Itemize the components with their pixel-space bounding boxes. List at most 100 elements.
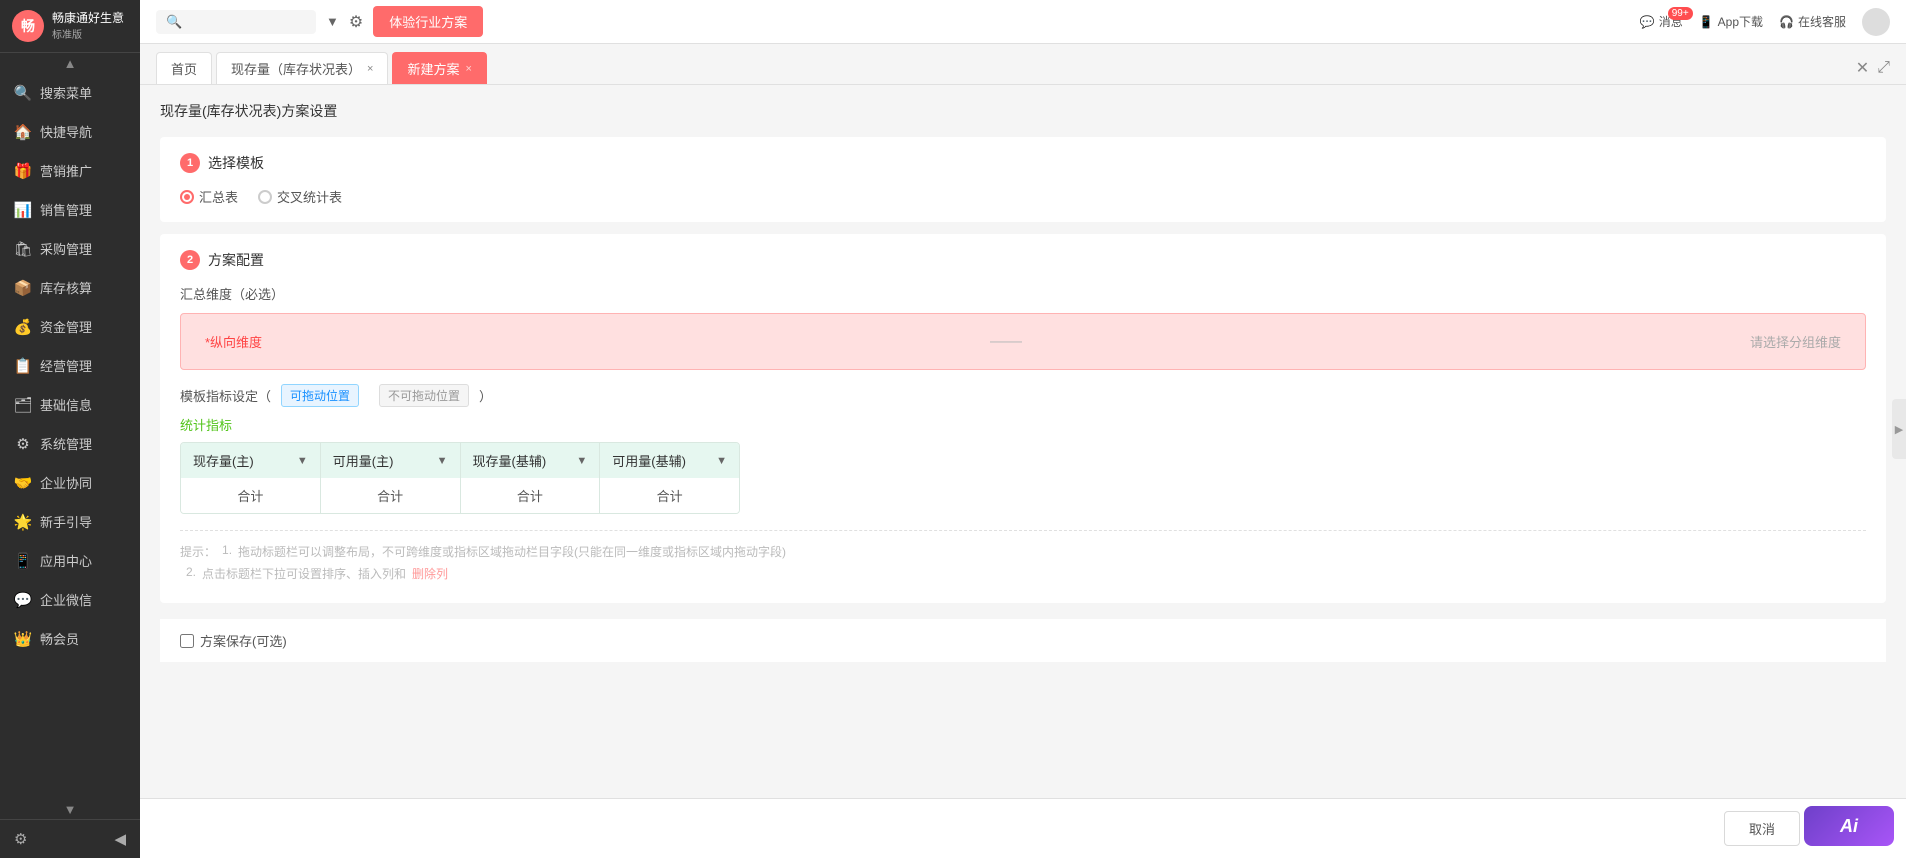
sidebar-settings-icon[interactable]: ⚙ <box>14 830 27 848</box>
section2-header: 2 方案配置 <box>180 250 1866 270</box>
sidebar-scroll-up[interactable]: ▲ <box>0 53 140 73</box>
sidebar-item-label: 营销推广 <box>40 161 92 180</box>
topbar-dropdown-icon[interactable]: ▼ <box>326 14 339 29</box>
app-download-action[interactable]: 📱 App下载 <box>1699 13 1763 30</box>
metrics-closing: ） <box>479 386 492 405</box>
window-expand-icon[interactable]: ⤢ <box>1877 59 1890 77</box>
content-area: 现存量(库存状况表)方案设置 1 选择模板 汇总表 交叉统计表 2 <box>140 85 1906 798</box>
wechat-icon: 💬 <box>14 591 32 609</box>
sidebar-item-label: 基础信息 <box>40 395 92 414</box>
sidebar-item-quick-nav[interactable]: 🏠 快捷导航 <box>0 112 140 151</box>
section1-header: 1 选择模板 <box>180 153 1866 173</box>
stats-table: 现存量(主) ▼ 可用量(主) ▼ 现存量(基辅) ▼ 可用量(基辅) ▼ <box>180 442 740 514</box>
sidebar-item-sales[interactable]: 📊 销售管理 <box>0 190 140 229</box>
radio-summary[interactable]: 汇总表 <box>180 187 238 206</box>
tip2-highlight: 删除列 <box>412 565 448 582</box>
sidebar-logo: 畅 畅康通好生意 标准版 <box>0 0 140 53</box>
section-choose-template: 1 选择模板 汇总表 交叉统计表 <box>160 137 1886 222</box>
quick-nav-icon: 🏠 <box>14 123 32 141</box>
sidebar-item-label: 库存核算 <box>40 278 92 297</box>
message-action[interactable]: 💬 消息 99+ <box>1640 13 1683 30</box>
col1-label: 现存量(主) <box>193 451 254 470</box>
tips-section: 提示： 1. 拖动标题栏可以调整布局，不可跨维度或指标区域拖动栏目字段(只能在同… <box>180 530 1866 582</box>
tab-new-plan[interactable]: 新建方案 × <box>392 52 486 84</box>
col4-chevron-icon[interactable]: ▼ <box>716 455 727 467</box>
summary-dimension-label: 汇总维度（必选） <box>180 284 1866 303</box>
search-box: 🔍 <box>156 10 316 34</box>
tab-new-plan-close-icon[interactable]: × <box>465 63 471 75</box>
user-avatar[interactable] <box>1862 8 1890 36</box>
app-download-label: App下载 <box>1718 13 1763 30</box>
search-menu-icon: 🔍 <box>14 84 32 102</box>
sidebar: 畅 畅康通好生意 标准版 ▲ 🔍 搜索菜单 🏠 快捷导航 🎁 营销推广 📊 销售… <box>0 0 140 858</box>
save-checkbox[interactable] <box>180 634 194 648</box>
sidebar-item-purchase[interactable]: 🛍 采购管理 <box>0 229 140 268</box>
finance-icon: 💰 <box>14 318 32 336</box>
operations-icon: 📋 <box>14 357 32 375</box>
sidebar-item-label: 企业微信 <box>40 590 92 609</box>
sidebar-item-label: 应用中心 <box>40 551 92 570</box>
marketing-icon: 🎁 <box>14 162 32 180</box>
stats-table-header: 现存量(主) ▼ 可用量(主) ▼ 现存量(基辅) ▼ 可用量(基辅) ▼ <box>181 443 739 478</box>
col2-chevron-icon[interactable]: ▼ <box>437 455 448 467</box>
sales-icon: 📊 <box>14 201 32 219</box>
topbar-settings-icon[interactable]: ⚙ <box>349 12 363 32</box>
tip-item-1: 提示： 1. 拖动标题栏可以调整布局，不可跨维度或指标区域拖动栏目字段(只能在同… <box>180 543 1866 560</box>
search-input[interactable] <box>188 15 308 29</box>
basic-info-icon: 🗂 <box>14 396 32 414</box>
stats-table-body: 合计 合计 合计 合计 <box>181 478 739 513</box>
col1-chevron-icon[interactable]: ▼ <box>297 455 308 467</box>
sidebar-item-wechat[interactable]: 💬 企业微信 <box>0 580 140 619</box>
sidebar-scroll-down[interactable]: ▼ <box>0 799 140 819</box>
col4-header[interactable]: 可用量(基辅) ▼ <box>600 443 739 478</box>
customer-service-action[interactable]: 🎧 在线客服 <box>1779 13 1846 30</box>
tab-inventory-label: 现存量（库存状况表） <box>231 59 361 78</box>
sidebar-item-marketing[interactable]: 🎁 营销推广 <box>0 151 140 190</box>
tip1-text: 1. <box>222 543 232 560</box>
stats-section-title: 统计指标 <box>180 415 1866 434</box>
col2-header[interactable]: 可用量(主) ▼ <box>321 443 461 478</box>
inventory-icon: 📦 <box>14 279 32 297</box>
col3-header[interactable]: 现存量(基辅) ▼ <box>461 443 601 478</box>
sidebar-item-search-menu[interactable]: 🔍 搜索菜单 <box>0 73 140 112</box>
sidebar-item-system[interactable]: ⚙ 系统管理 <box>0 424 140 463</box>
tab-home[interactable]: 首页 <box>156 52 212 84</box>
draggable-badge: 可拖动位置 <box>281 384 359 407</box>
sidebar-item-finance[interactable]: 💰 资金管理 <box>0 307 140 346</box>
sidebar-help-icon[interactable]: ◀ <box>114 830 126 848</box>
right-collapse-handle[interactable]: ▶ <box>1892 399 1906 459</box>
save-option-row: 方案保存(可选) <box>160 619 1886 662</box>
sidebar-item-enterprise[interactable]: 🤝 企业协同 <box>0 463 140 502</box>
logo-icon: 畅 <box>12 10 44 42</box>
col4-label: 可用量(基辅) <box>612 451 686 470</box>
tab-inventory-status[interactable]: 现存量（库存状况表） × <box>216 52 388 84</box>
logo-title: 畅康通好生意 <box>52 11 124 27</box>
customer-service-label: 在线客服 <box>1798 13 1846 30</box>
dimension-row[interactable]: *纵向维度 —— 请选择分组维度 <box>180 313 1866 370</box>
sidebar-item-newbie[interactable]: 🌟 新手引导 <box>0 502 140 541</box>
sidebar-item-member[interactable]: 👑 畅会员 <box>0 619 140 658</box>
sidebar-item-label: 企业协同 <box>40 473 92 492</box>
ai-badge[interactable]: Ai <box>1804 806 1894 846</box>
logo-text: 畅康通好生意 标准版 <box>52 11 124 42</box>
col3-chevron-icon[interactable]: ▼ <box>576 455 587 467</box>
col1-header[interactable]: 现存量(主) ▼ <box>181 443 321 478</box>
main-area: 🔍 ▼ ⚙ 体验行业方案 💬 消息 99+ 📱 App下载 🎧 在线客服 <box>140 0 1906 858</box>
footer-buttons: 取消 查询 <box>140 798 1906 858</box>
page-title: 现存量(库存状况表)方案设置 <box>160 101 1886 121</box>
window-close-icon[interactable]: ✕ <box>1856 58 1869 78</box>
trial-button[interactable]: 体验行业方案 <box>373 6 483 37</box>
radio-cross-circle <box>258 190 272 204</box>
newbie-icon: 🌟 <box>14 513 32 531</box>
radio-summary-label: 汇总表 <box>199 187 238 206</box>
col2-label: 可用量(主) <box>333 451 394 470</box>
sidebar-item-operations[interactable]: 📋 经营管理 <box>0 346 140 385</box>
tab-inventory-close-icon[interactable]: × <box>367 63 373 75</box>
cancel-button[interactable]: 取消 <box>1724 811 1800 846</box>
sidebar-item-inventory[interactable]: 📦 库存核算 <box>0 268 140 307</box>
section2-num: 2 <box>180 250 200 270</box>
app-download-icon: 📱 <box>1699 15 1714 29</box>
radio-cross[interactable]: 交叉统计表 <box>258 187 342 206</box>
sidebar-item-basic-info[interactable]: 🗂 基础信息 <box>0 385 140 424</box>
sidebar-item-app-center[interactable]: 📱 应用中心 <box>0 541 140 580</box>
